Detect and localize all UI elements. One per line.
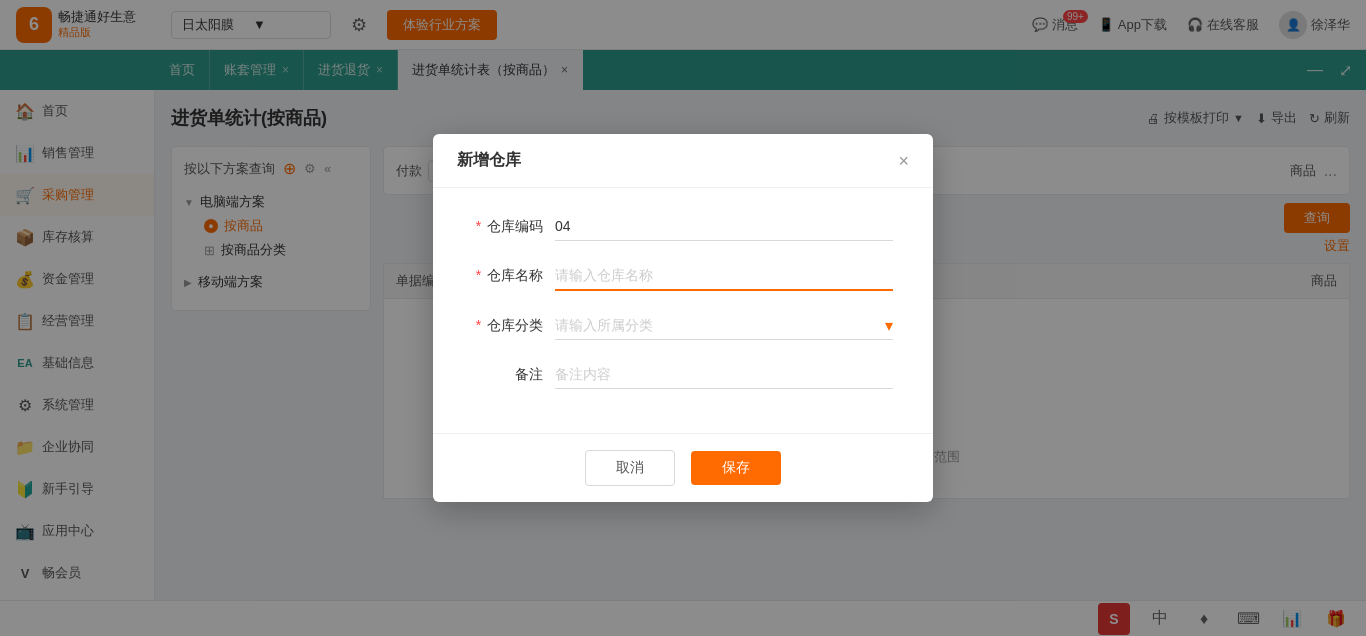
warehouse-name-input[interactable] [555, 261, 893, 291]
warehouse-name-label-wrap: * 仓库名称 [473, 267, 543, 285]
warehouse-code-row: * 仓库编码 [473, 212, 893, 241]
save-button[interactable]: 保存 [691, 451, 781, 485]
required-star-2: * [476, 267, 481, 283]
remarks-input[interactable] [555, 360, 893, 389]
warehouse-name-row: * 仓库名称 [473, 261, 893, 291]
warehouse-category-label-wrap: * 仓库分类 [473, 317, 543, 335]
remarks-label: 备注 [473, 366, 543, 384]
remarks-label-text: 备注 [515, 366, 543, 382]
warehouse-code-input[interactable] [555, 212, 893, 241]
cancel-button[interactable]: 取消 [585, 450, 675, 486]
modal-body: * 仓库编码 * 仓库名称 * 仓库分类 [433, 188, 933, 433]
warehouse-category-input[interactable] [555, 311, 885, 339]
modal-close-btn[interactable]: × [898, 152, 909, 170]
warehouse-category-row: * 仓库分类 ▾ [473, 311, 893, 340]
modal-dialog: 新增仓库 × * 仓库编码 * 仓库名称 [433, 134, 933, 502]
modal-title: 新增仓库 [457, 150, 521, 171]
required-star-1: * [476, 218, 481, 234]
warehouse-code-label: 仓库编码 [487, 218, 543, 234]
required-star-3: * [476, 317, 481, 333]
remarks-row: 备注 [473, 360, 893, 389]
warehouse-category-select-row: ▾ [555, 311, 893, 340]
modal-overlay: 新增仓库 × * 仓库编码 * 仓库名称 [0, 0, 1366, 636]
warehouse-category-label: 仓库分类 [487, 317, 543, 333]
modal-footer: 取消 保存 [433, 433, 933, 502]
category-dropdown-icon[interactable]: ▾ [885, 316, 893, 335]
warehouse-name-label: 仓库名称 [487, 267, 543, 283]
warehouse-code-label-wrap: * 仓库编码 [473, 218, 543, 236]
modal-header: 新增仓库 × [433, 134, 933, 188]
